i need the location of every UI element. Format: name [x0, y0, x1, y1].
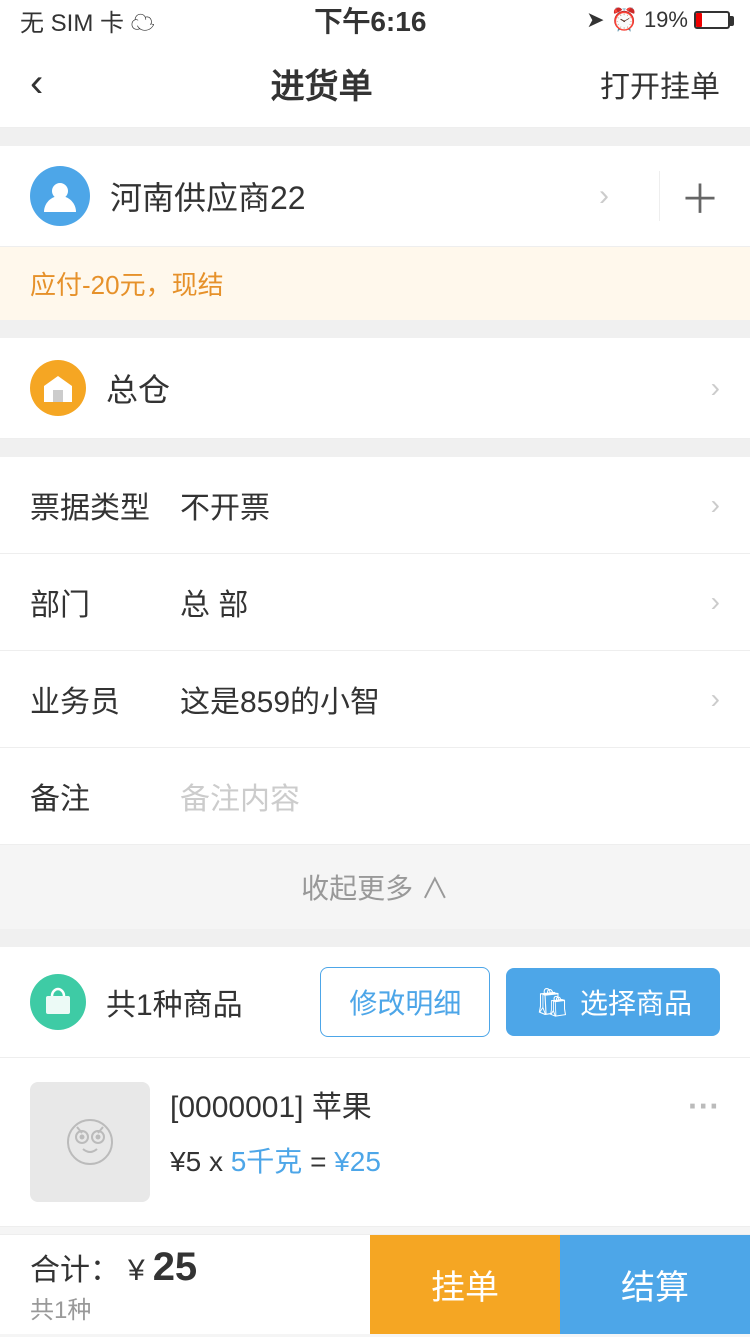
remark-label: 备注 — [30, 774, 170, 818]
product-count: 共1种商品 — [106, 980, 320, 1024]
hang-button[interactable]: 挂单 — [370, 1235, 560, 1334]
supplier-name: 河南供应商22 — [110, 173, 599, 219]
salesperson-label: 业务员 — [30, 677, 170, 721]
salesperson-value: 这是859的小智 — [170, 677, 711, 721]
supplier-arrow-icon: › — [599, 179, 609, 213]
status-bar-right: ➤ ⏰ 19% — [586, 7, 730, 33]
select-product-button[interactable]: 🛍 选择商品 — [506, 968, 720, 1036]
warehouse-name: 总仓 — [106, 365, 711, 411]
product-item: [0000001] 苹果 ¥5 x 5千克 = ¥25 ··· — [0, 1058, 750, 1227]
line-total: ¥25 — [334, 1146, 381, 1177]
sim-label: 无 SIM 卡 ☁ — [20, 3, 155, 38]
total-amount: 25 — [153, 1245, 198, 1290]
collapse-bar[interactable]: 收起更多 ∧ — [0, 845, 750, 929]
salesperson-arrow: › — [711, 683, 720, 715]
product-image — [55, 1107, 125, 1177]
product-header: 共1种商品 修改明细 🛍 选择商品 — [0, 947, 750, 1058]
product-more-button[interactable]: ··· — [688, 1082, 720, 1125]
product-thumbnail — [30, 1082, 150, 1202]
product-name: [0000001] 苹果 — [170, 1082, 688, 1126]
select-product-label: 选择商品 — [580, 982, 692, 1022]
select-product-icon: 🛍 — [534, 986, 570, 1019]
footer-total: 合计： ¥ 25 共1种 — [0, 1235, 370, 1334]
currency-symbol: ¥ — [128, 1254, 145, 1288]
battery-label: 19% — [644, 7, 688, 33]
department-row[interactable]: 部门 总 部 › — [0, 554, 750, 651]
invoice-type-label: 票据类型 — [30, 483, 170, 527]
total-label: 合计： — [30, 1245, 120, 1289]
warehouse-icon-wrap — [30, 360, 86, 416]
vertical-divider — [659, 171, 660, 221]
department-label: 部门 — [30, 580, 170, 624]
invoice-type-value: 不开票 — [170, 483, 711, 527]
notice-text: 应付-20元，现结 — [30, 270, 224, 300]
nav-bar: ‹ 进货单 打开挂单 — [0, 40, 750, 128]
total-main: 合计： ¥ 25 — [30, 1245, 340, 1290]
supplier-avatar — [30, 166, 90, 226]
page-title: 进货单 — [271, 59, 373, 108]
product-info: [0000001] 苹果 ¥5 x 5千克 = ¥25 — [170, 1082, 688, 1180]
add-supplier-button[interactable]: ＋ — [680, 167, 720, 225]
department-arrow: › — [711, 586, 720, 618]
product-price-row: ¥5 x 5千克 = ¥25 — [170, 1140, 688, 1180]
supplier-section: 河南供应商22 › ＋ 应付-20元，现结 — [0, 146, 750, 320]
open-hang-button[interactable]: 打开挂单 — [600, 62, 720, 106]
product-icon-wrap — [30, 974, 86, 1030]
supplier-row[interactable]: 河南供应商22 › ＋ — [0, 146, 750, 247]
navigation-icon: ➤ — [586, 7, 604, 33]
person-icon — [42, 178, 78, 214]
invoice-type-arrow: › — [711, 489, 720, 521]
alarm-icon: ⏰ — [611, 7, 638, 33]
invoice-type-row[interactable]: 票据类型 不开票 › — [0, 457, 750, 554]
section-gap-2 — [0, 320, 750, 338]
status-bar-left: 无 SIM 卡 ☁ — [20, 3, 155, 38]
unit-price: ¥5 — [170, 1146, 201, 1177]
form-section: 票据类型 不开票 › 部门 总 部 › 业务员 这是859的小智 › 备注 备注… — [0, 457, 750, 845]
quantity: 5千克 — [231, 1146, 303, 1177]
warehouse-arrow-icon: › — [711, 372, 720, 404]
modify-detail-button[interactable]: 修改明细 — [320, 967, 490, 1037]
battery-icon — [694, 11, 730, 29]
shopping-icon — [42, 986, 74, 1018]
product-title: 苹果 — [312, 1091, 372, 1124]
notice-bar: 应付-20元，现结 — [0, 247, 750, 320]
multiply-sign: x — [209, 1146, 223, 1177]
remark-input[interactable]: 备注内容 — [170, 774, 720, 818]
salesperson-row[interactable]: 业务员 这是859的小智 › — [0, 651, 750, 748]
equals-sign: = — [310, 1146, 326, 1177]
section-gap-3 — [0, 439, 750, 457]
collapse-label: 收起更多 ∧ — [301, 873, 449, 904]
remark-row[interactable]: 备注 备注内容 — [0, 748, 750, 845]
status-bar: 无 SIM 卡 ☁ 下午6:16 ➤ ⏰ 19% — [0, 0, 750, 40]
total-sub: 共1种 — [30, 1290, 340, 1325]
warehouse-icon — [42, 372, 74, 404]
section-gap-4 — [0, 929, 750, 947]
back-button[interactable]: ‹ — [30, 61, 43, 106]
settle-button[interactable]: 结算 — [560, 1235, 750, 1334]
status-bar-time: 下午6:16 — [314, 0, 426, 40]
warehouse-row[interactable]: 总仓 › — [0, 338, 750, 439]
department-value: 总 部 — [170, 580, 711, 624]
footer: 合计： ¥ 25 共1种 挂单 结算 — [0, 1234, 750, 1334]
section-gap-1 — [0, 128, 750, 146]
product-code: [0000001] — [170, 1091, 303, 1124]
